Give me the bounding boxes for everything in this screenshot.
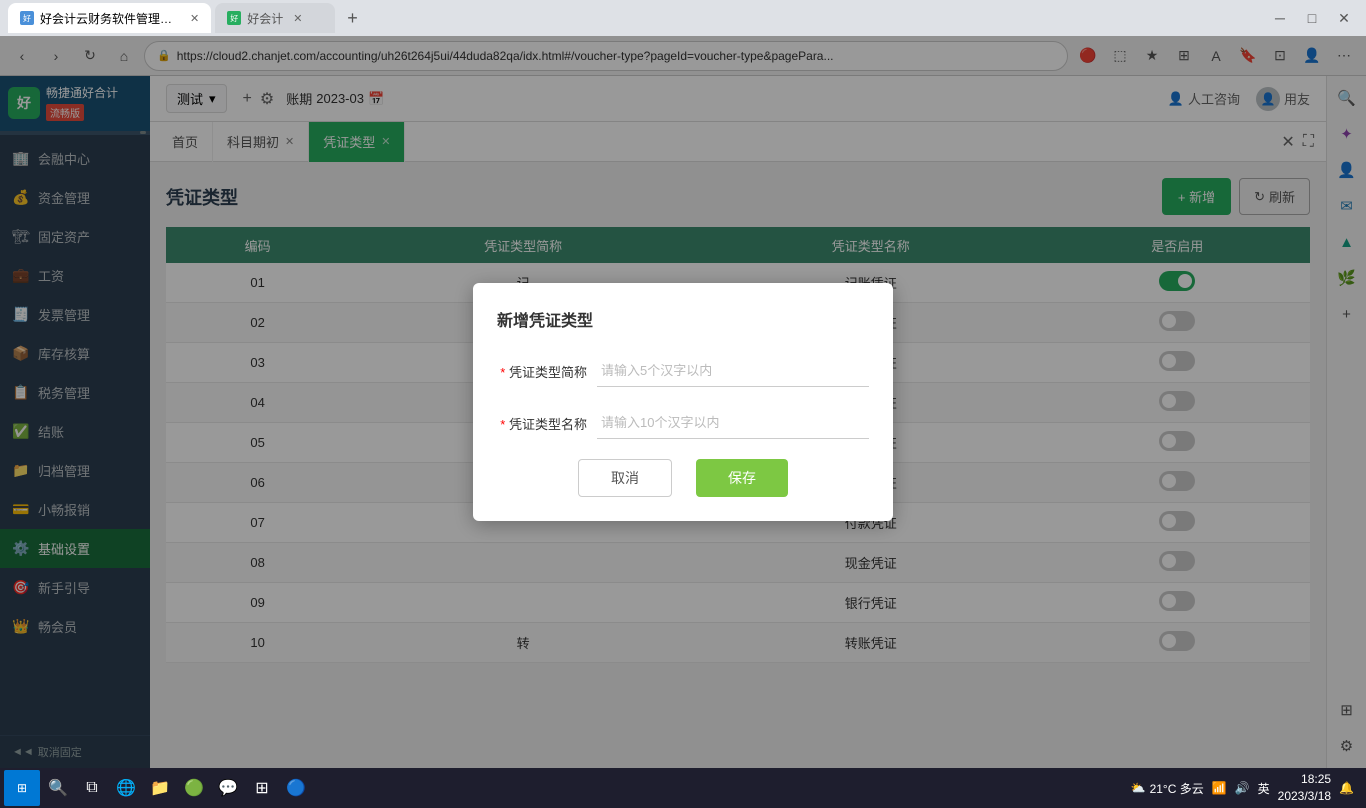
- weather-text: 21°C 多云: [1150, 780, 1204, 797]
- wechat-icon[interactable]: 💬: [212, 772, 244, 804]
- dialog-name-label: * 凭证类型名称: [497, 414, 587, 433]
- network-icon[interactable]: 📶: [1212, 781, 1227, 795]
- weather-icon: ⛅: [1131, 781, 1146, 795]
- minimize-button[interactable]: ─: [1266, 4, 1294, 32]
- save-button[interactable]: 保存: [696, 459, 788, 497]
- search-taskbar-icon[interactable]: 🔍: [42, 772, 74, 804]
- dialog-title: 新增凭证类型: [497, 307, 869, 331]
- required-mark-2: *: [500, 417, 505, 432]
- dialog: 新增凭证类型 * 凭证类型简称 * 凭证类型名称 取消 保存: [473, 283, 893, 521]
- cancel-button[interactable]: 取消: [578, 459, 672, 497]
- required-mark-1: *: [500, 365, 505, 380]
- sound-icon[interactable]: 🔊: [1235, 781, 1250, 795]
- chrome-icon[interactable]: 🟢: [178, 772, 210, 804]
- language-indicator: 英: [1258, 780, 1270, 797]
- taskbar: ⊞ 🔍 ⧉ 🌐 📁 🟢 💬 ⊞ 🔵 ⛅ 21°C 多云 📶 🔊 英 18:25 …: [0, 768, 1366, 808]
- dialog-overlay: 新增凭证类型 * 凭证类型简称 * 凭证类型名称 取消 保存: [0, 36, 1366, 768]
- dialog-name-field: * 凭证类型名称: [497, 407, 869, 439]
- notification-icon[interactable]: 🔔: [1339, 781, 1354, 795]
- weather-info: ⛅ 21°C 多云: [1131, 780, 1204, 797]
- favicon-2: 好: [227, 11, 241, 25]
- favicon-1: 好: [20, 11, 34, 25]
- file-explorer-icon[interactable]: 📁: [144, 772, 176, 804]
- edge2-icon[interactable]: 🔵: [280, 772, 312, 804]
- browser-tab-2[interactable]: 好 好会计 ✕: [215, 3, 335, 33]
- time-display: 18:25: [1278, 771, 1331, 788]
- dialog-abbr-input[interactable]: [597, 355, 869, 387]
- dialog-name-input[interactable]: [597, 407, 869, 439]
- tab-2-close[interactable]: ✕: [293, 12, 302, 25]
- appstore-icon[interactable]: ⊞: [246, 772, 278, 804]
- tab-1-label: 好会计云财务软件管理系统_会计: [40, 10, 180, 27]
- browser-tab-1[interactable]: 好 好会计云财务软件管理系统_会计 ✕: [8, 3, 211, 33]
- taskview-icon[interactable]: ⧉: [76, 772, 108, 804]
- taskbar-time[interactable]: 18:25 2023/3/18: [1278, 771, 1331, 805]
- edge-icon[interactable]: 🌐: [110, 772, 142, 804]
- start-button[interactable]: ⊞: [4, 770, 40, 806]
- dialog-abbr-label: * 凭证类型简称: [497, 362, 587, 381]
- dialog-actions: 取消 保存: [497, 459, 869, 497]
- close-button[interactable]: ✕: [1330, 4, 1358, 32]
- new-tab-button[interactable]: +: [339, 8, 366, 29]
- date-display: 2023/3/18: [1278, 788, 1331, 805]
- taskbar-right: ⛅ 21°C 多云 📶 🔊 英 18:25 2023/3/18 🔔: [1131, 771, 1362, 805]
- abbr-label-text: 凭证类型简称: [509, 365, 587, 380]
- maximize-button[interactable]: □: [1298, 4, 1326, 32]
- tab-1-close[interactable]: ✕: [190, 12, 199, 25]
- browser-title-bar: 好 好会计云财务软件管理系统_会计 ✕ 好 好会计 ✕ + ─ □ ✕: [0, 0, 1366, 36]
- dialog-abbr-field: * 凭证类型简称: [497, 355, 869, 387]
- tab-2-label: 好会计: [247, 10, 283, 27]
- name-label-text: 凭证类型名称: [509, 417, 587, 432]
